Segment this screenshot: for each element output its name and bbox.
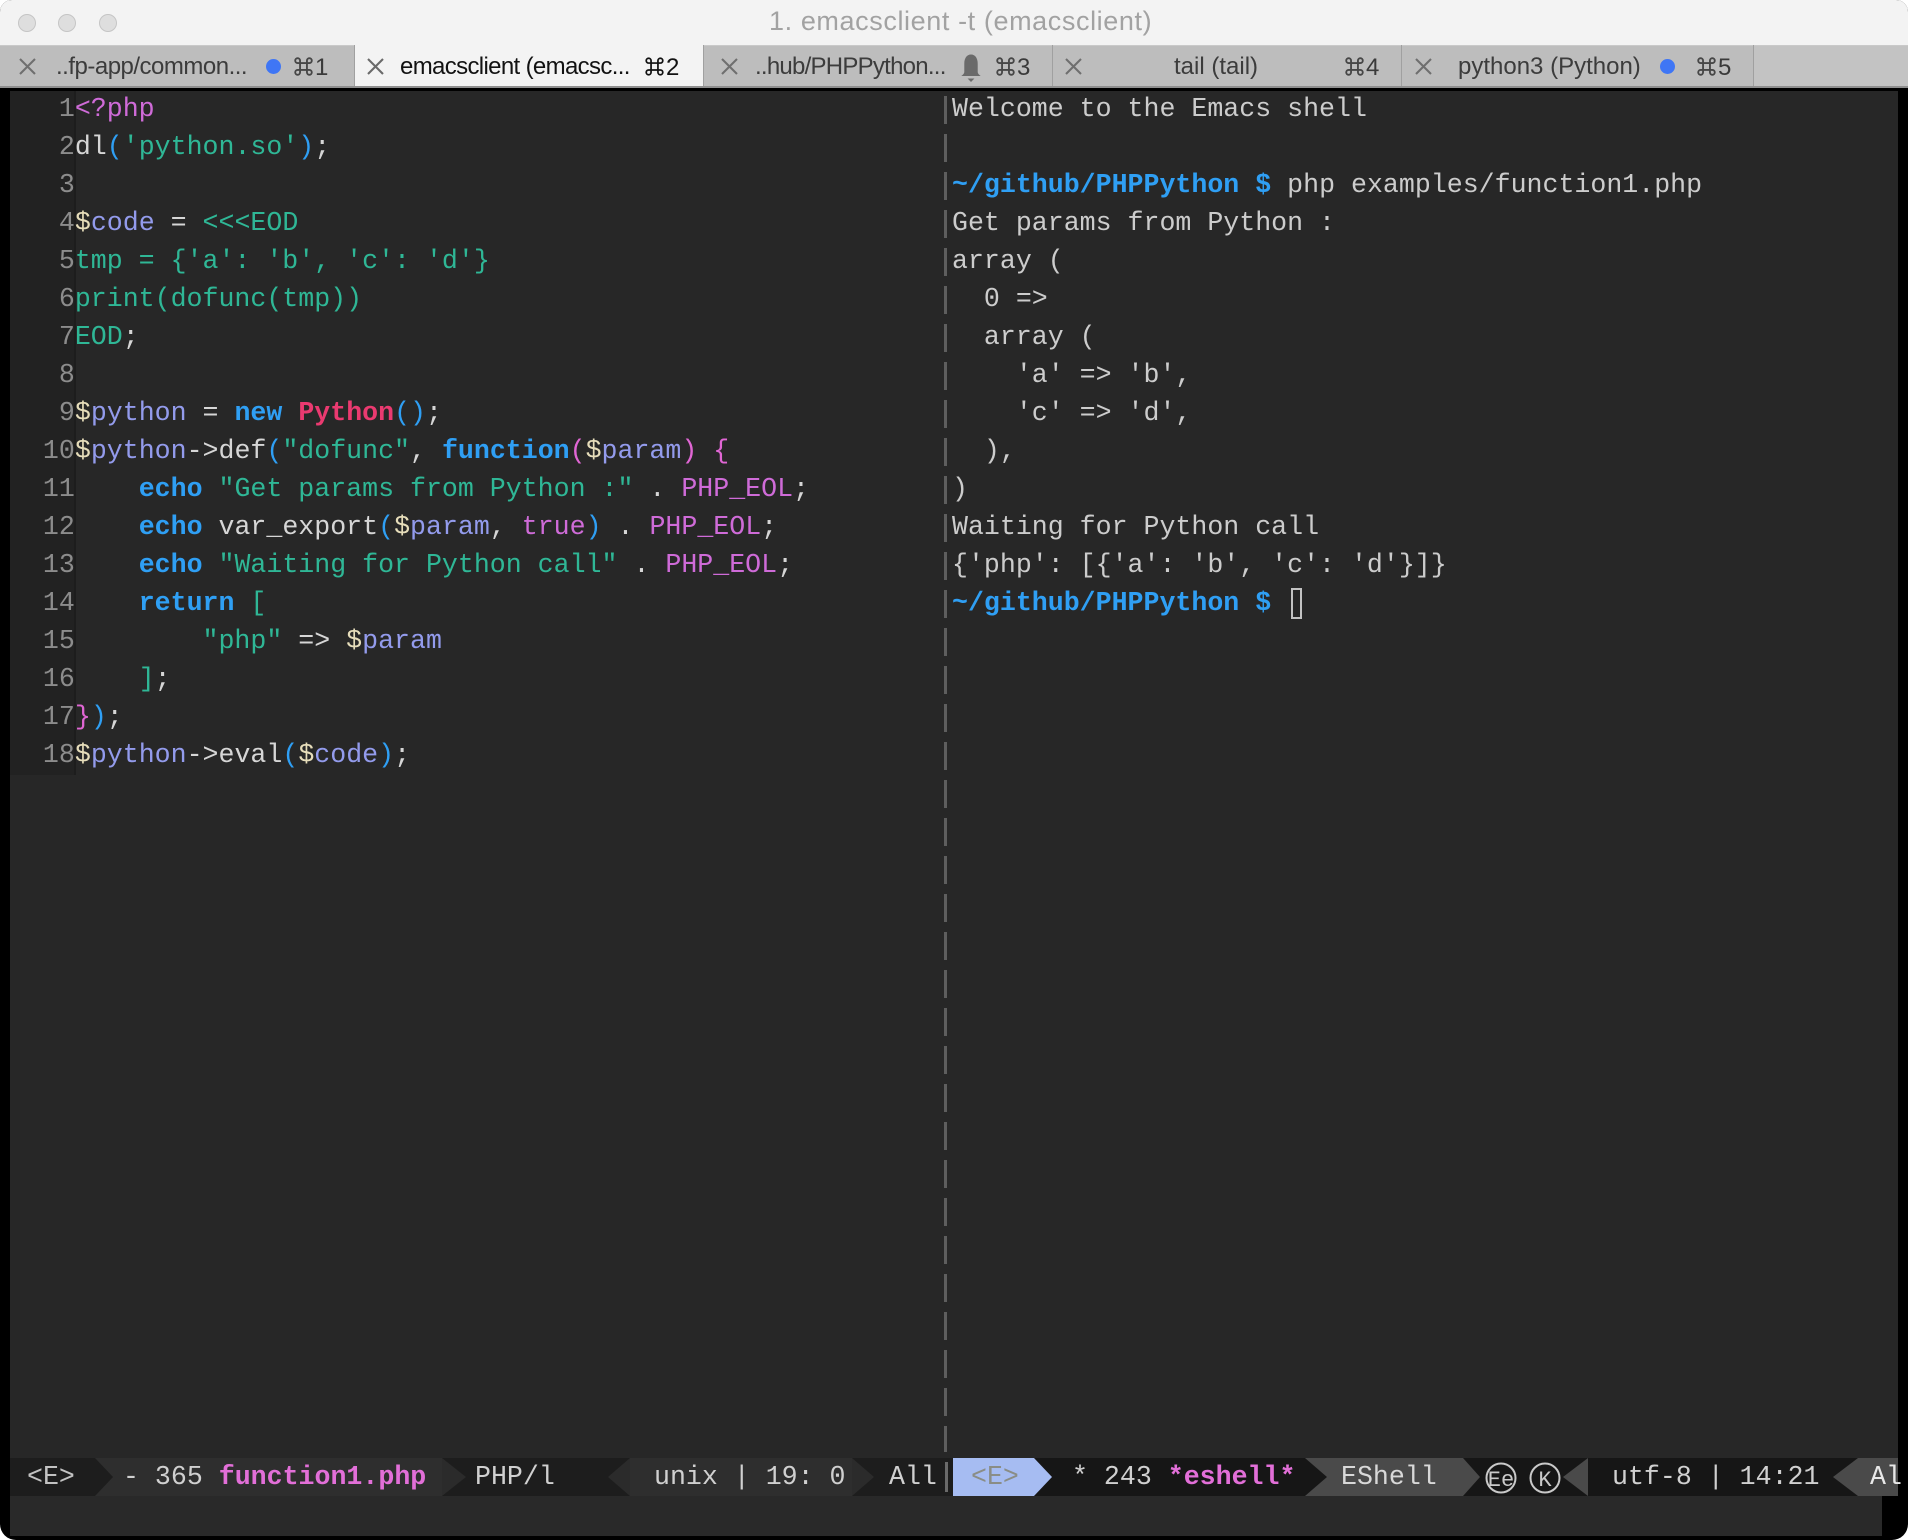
svg-text:Ee: Ee: [1488, 1468, 1514, 1493]
svg-text:K: K: [1538, 1468, 1552, 1493]
